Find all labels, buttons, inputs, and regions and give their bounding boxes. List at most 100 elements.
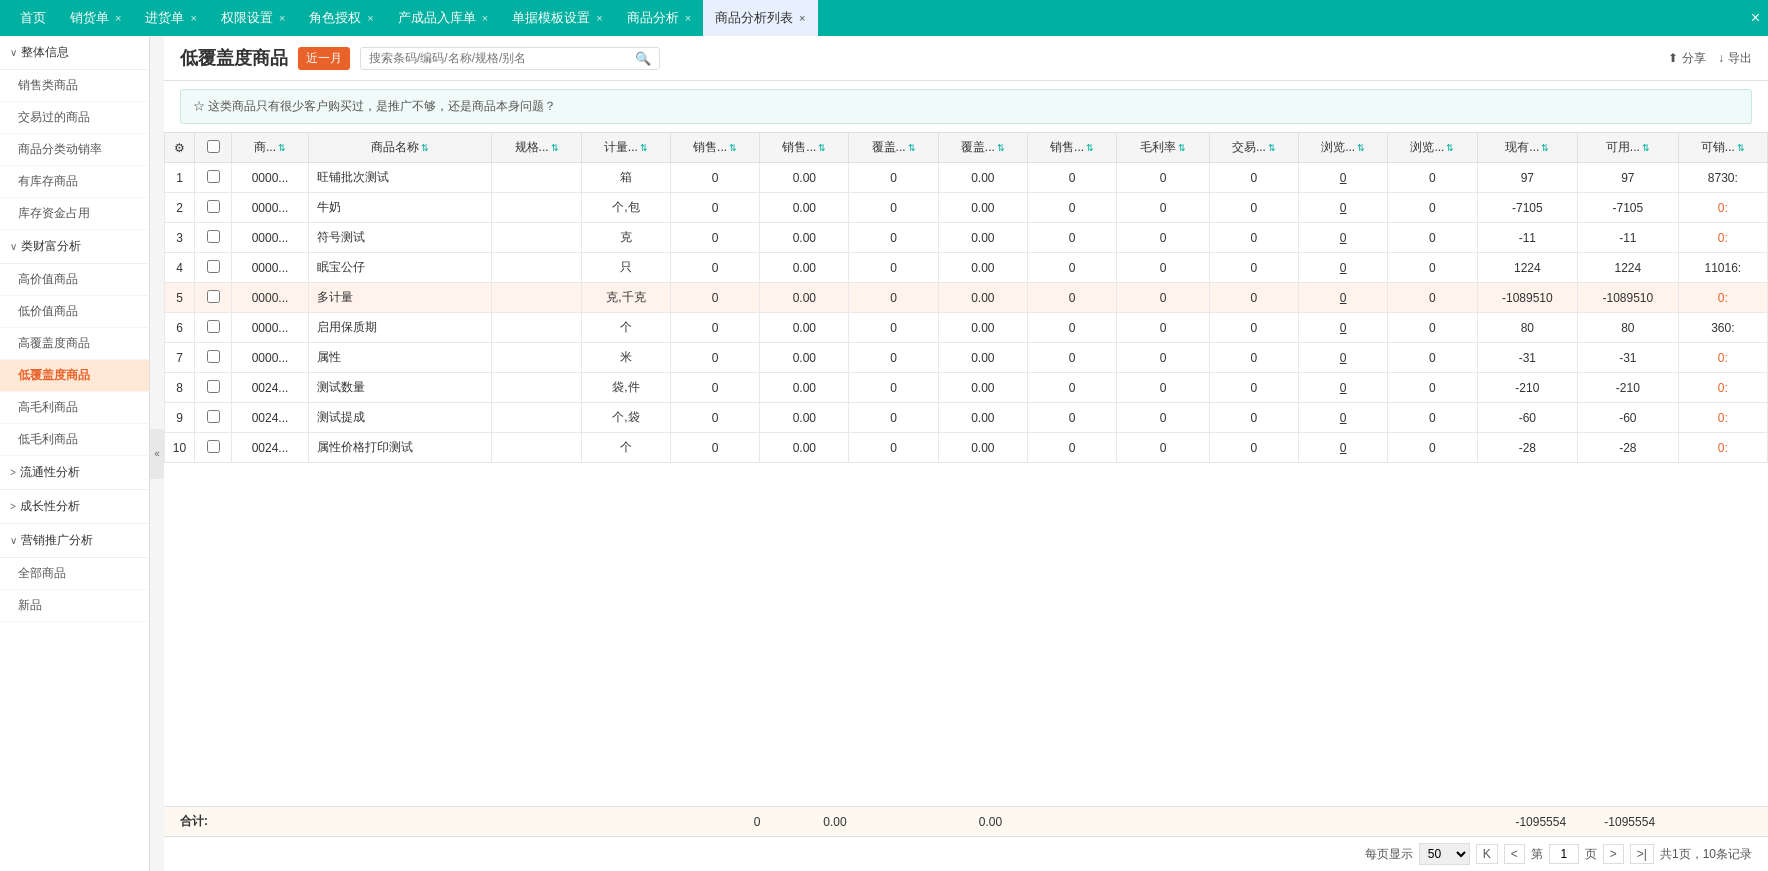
code-column-header[interactable]: 商...⇅ [232,133,309,163]
row-checkbox[interactable] [195,403,232,433]
row-checkbox[interactable] [195,253,232,283]
row-checkbox[interactable] [195,163,232,193]
sidebar-section-wealth[interactable]: ∨ 类财富分析 [0,230,149,264]
select-all-checkbox[interactable] [207,140,220,153]
name-column-header[interactable]: 商品名称⇅ [308,133,492,163]
checkbox-column-header[interactable] [195,133,232,163]
row-checkbox[interactable] [195,223,232,253]
sales-amt-column-header[interactable]: 销售...⇅ [760,133,849,163]
last-page-button[interactable]: >| [1630,844,1654,864]
top-nav: 首页 销货单 × 进货单 × 权限设置 × 角色授权 × 产成品入库单 × 单据… [0,0,1768,36]
nav-roles[interactable]: 角色授权 × [297,0,385,36]
nav-close-roles[interactable]: × [367,12,373,24]
period-button[interactable]: 近一月 [298,47,350,70]
nav-close-purchase-order[interactable]: × [190,12,196,24]
sidebar-item-low-margin[interactable]: 低毛利商品 [0,424,149,456]
close-all-tabs-button[interactable]: × [1751,9,1760,27]
footer-current-stock: -1095554 [1496,815,1585,829]
view1-column-header[interactable]: 浏览...⇅ [1299,133,1388,163]
cover2-column-header[interactable]: 覆盖...⇅ [938,133,1027,163]
search-input[interactable] [369,51,635,65]
nav-permissions[interactable]: 权限设置 × [209,0,297,36]
row-view1[interactable]: 0 [1299,343,1388,373]
trade-column-header[interactable]: 交易...⇅ [1209,133,1298,163]
available-stock-column-header[interactable]: 可用...⇅ [1578,133,1679,163]
sales-count-column-header[interactable]: 销售...⇅ [1027,133,1116,163]
sidebar-section-overview[interactable]: ∨ 整体信息 [0,36,149,70]
sidebar-item-high-margin[interactable]: 高毛利商品 [0,392,149,424]
row-checkbox[interactable] [195,283,232,313]
row-view1[interactable]: 0 [1299,223,1388,253]
nav-purchase-order[interactable]: 进货单 × [133,0,208,36]
nav-close-product-analysis[interactable]: × [685,12,691,24]
row-unit: 个 [581,433,670,463]
row-view1[interactable]: 0 [1299,403,1388,433]
prev-page-button[interactable]: < [1504,844,1525,864]
table-row: 90024...测试提成个,袋00.0000.0000000-60-600: [165,403,1768,433]
sidebar-item-all-products[interactable]: 全部商品 [0,558,149,590]
current-stock-column-header[interactable]: 现有...⇅ [1477,133,1578,163]
nav-sales-order[interactable]: 销货单 × [58,0,133,36]
cover1-column-header[interactable]: 覆盖...⇅ [849,133,938,163]
nav-close-template[interactable]: × [596,12,602,24]
row-cover1: 0 [849,343,938,373]
row-cover1: 0 [849,163,938,193]
sidebar-item-traded-products[interactable]: 交易过的商品 [0,102,149,134]
row-saleable: 0: [1678,223,1767,253]
row-name: 属性 [308,343,492,373]
page-number-input[interactable] [1549,844,1579,864]
nav-close-sales-order[interactable]: × [115,12,121,24]
sidebar-item-new-products[interactable]: 新品 [0,590,149,622]
sidebar-item-sales-products[interactable]: 销售类商品 [0,70,149,102]
spec-column-header[interactable]: 规格...⇅ [492,133,581,163]
row-view1[interactable]: 0 [1299,163,1388,193]
row-view1[interactable]: 0 [1299,373,1388,403]
nav-finished-goods[interactable]: 产成品入库单 × [386,0,500,36]
sidebar-item-high-value[interactable]: 高价值商品 [0,264,149,296]
nav-home[interactable]: 首页 [8,0,58,36]
row-checkbox[interactable] [195,343,232,373]
row-view1[interactable]: 0 [1299,283,1388,313]
first-page-button[interactable]: K [1476,844,1498,864]
gross-margin-column-header[interactable]: 毛利率⇅ [1117,133,1210,163]
nav-close-finished-goods[interactable]: × [482,12,488,24]
view2-column-header[interactable]: 浏览...⇅ [1388,133,1477,163]
row-checkbox[interactable] [195,313,232,343]
settings-column-header[interactable]: ⚙ [165,133,195,163]
sidebar-item-in-stock[interactable]: 有库存商品 [0,166,149,198]
row-cover1: 0 [849,403,938,433]
row-view1[interactable]: 0 [1299,193,1388,223]
sidebar-section-growth[interactable]: > 成长性分析 [0,490,149,524]
nav-product-analysis-list[interactable]: 商品分析列表 × [703,0,817,36]
saleable-column-header[interactable]: 可销...⇅ [1678,133,1767,163]
export-button[interactable]: ↓ 导出 [1718,50,1752,67]
next-page-button[interactable]: > [1603,844,1624,864]
sidebar-collapse-button[interactable]: « [150,429,164,479]
row-code: 0000... [232,313,309,343]
sidebar-item-low-value[interactable]: 低价值商品 [0,296,149,328]
row-sales-qty: 0 [670,283,759,313]
share-button[interactable]: ⬆ 分享 [1668,50,1706,67]
row-available-stock: -31 [1578,343,1679,373]
row-checkbox[interactable] [195,373,232,403]
unit-column-header[interactable]: 计量...⇅ [581,133,670,163]
per-page-select[interactable]: 50 20 100 [1419,843,1470,865]
sidebar-section-marketing[interactable]: ∨ 营销推广分析 [0,524,149,558]
sidebar-item-high-coverage[interactable]: 高覆盖度商品 [0,328,149,360]
nav-product-analysis[interactable]: 商品分析 × [615,0,703,36]
row-view1[interactable]: 0 [1299,433,1388,463]
sidebar-item-category-turnover[interactable]: 商品分类动销率 [0,134,149,166]
row-view1[interactable]: 0 [1299,313,1388,343]
row-checkbox[interactable] [195,433,232,463]
row-code: 0000... [232,193,309,223]
sidebar-item-low-coverage[interactable]: 低覆盖度商品 [0,360,149,392]
sidebar-section-liquidity[interactable]: > 流通性分析 [0,456,149,490]
nav-close-permissions[interactable]: × [279,12,285,24]
nav-template[interactable]: 单据模板设置 × [500,0,614,36]
nav-close-product-analysis-list[interactable]: × [799,12,805,24]
sales-qty-column-header[interactable]: 销售...⇅ [670,133,759,163]
row-gross-margin: 0 [1117,313,1210,343]
row-checkbox[interactable] [195,193,232,223]
sidebar-item-stock-capital[interactable]: 库存资金占用 [0,198,149,230]
row-view1[interactable]: 0 [1299,253,1388,283]
